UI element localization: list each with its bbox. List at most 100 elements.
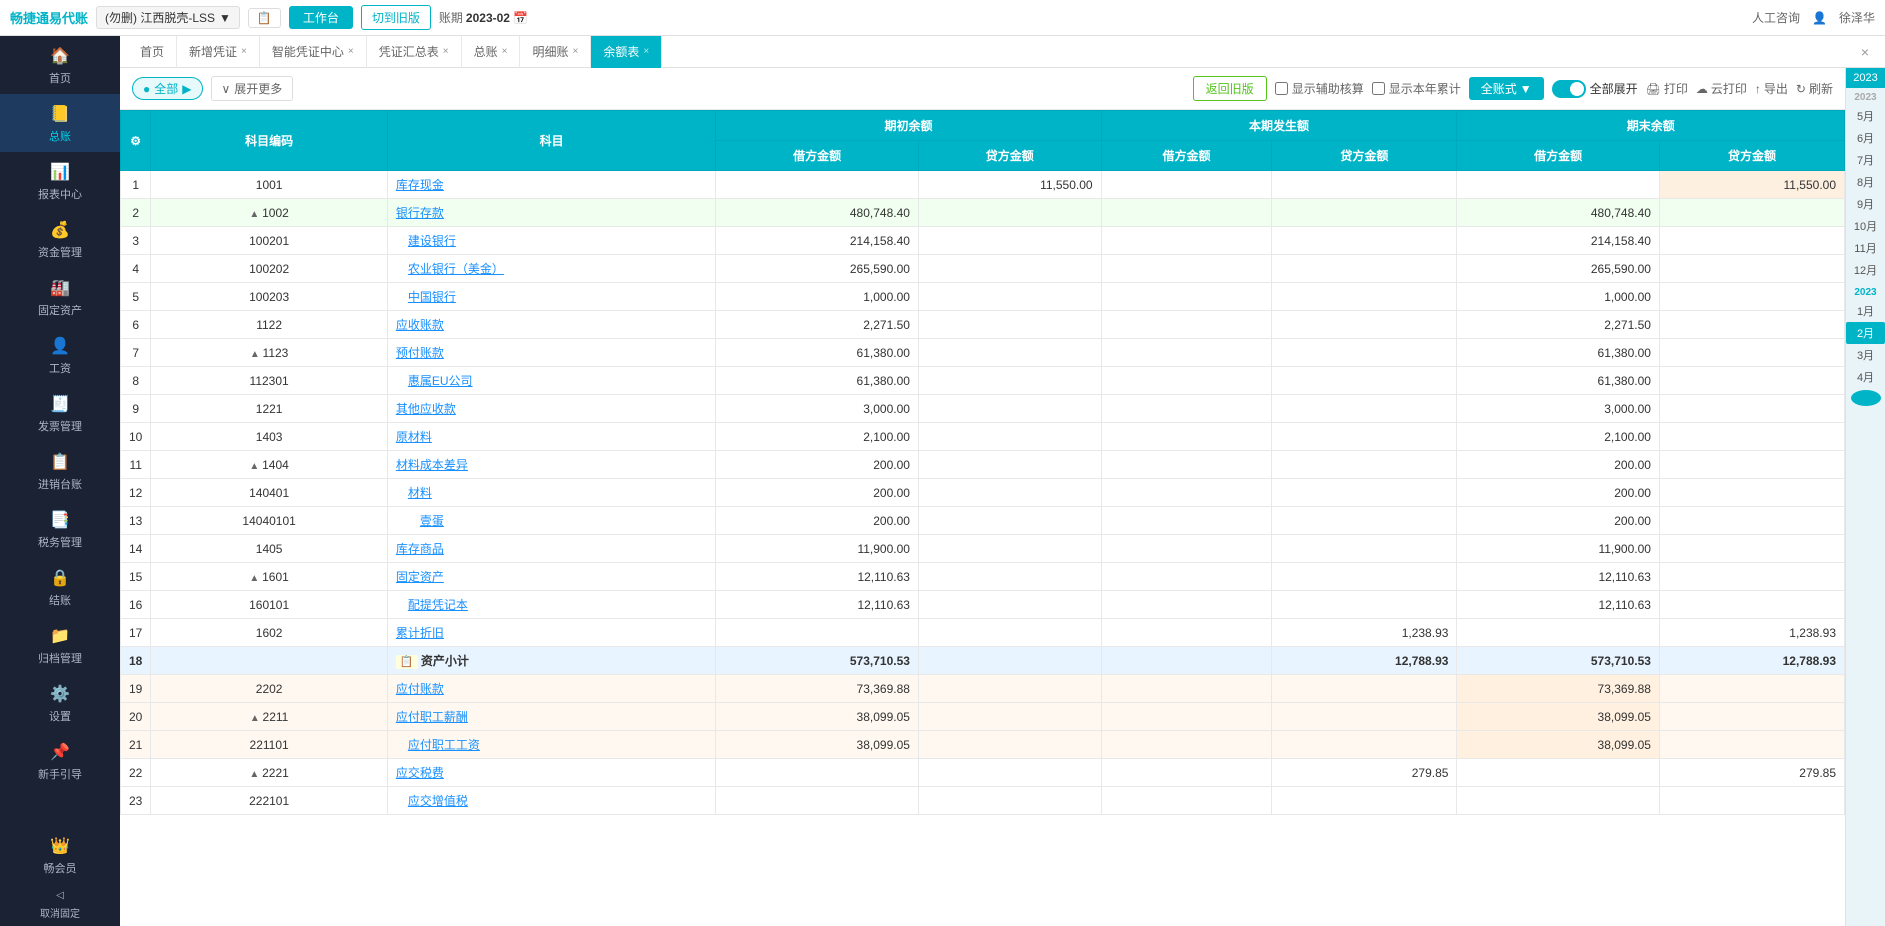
- show-ytd-checkbox[interactable]: 显示本年累计: [1372, 80, 1461, 97]
- sidebar-item-tax[interactable]: 📑 税务管理: [0, 500, 120, 558]
- month-5[interactable]: 5月: [1846, 105, 1885, 127]
- end-credit-cell: [1659, 591, 1844, 619]
- balance-table-wrap[interactable]: ⚙ 科目编码 科目 期初余额 本期发生额 期末余额 借方金额 贷方金额 借方金额: [120, 110, 1845, 926]
- cur-debit-cell: [1101, 703, 1272, 731]
- format-button[interactable]: 全账式 ▼: [1469, 77, 1544, 100]
- row-number: 15: [121, 563, 151, 591]
- tab-smart-voucher[interactable]: 智能凭证中心 ×: [260, 36, 367, 68]
- subject-name-cell[interactable]: 应交税费: [387, 759, 716, 787]
- subject-name-cell[interactable]: 累计折旧: [387, 619, 716, 647]
- sidebar-item-general-ledger[interactable]: 📒 总账: [0, 94, 120, 152]
- sidebar-item-fund[interactable]: 💰 资金管理: [0, 210, 120, 268]
- sidebar-item-salary[interactable]: 👤 工资: [0, 326, 120, 384]
- subject-name-cell[interactable]: 银行存款: [387, 199, 716, 227]
- subject-name-cell[interactable]: 配提凭记本: [387, 591, 716, 619]
- return-old-button[interactable]: 返回旧版: [1193, 76, 1267, 101]
- tab-balance-sheet[interactable]: 余额表 ×: [591, 36, 662, 68]
- subject-name-cell[interactable]: 材料成本差异: [387, 451, 716, 479]
- cur-credit-cell: [1272, 675, 1457, 703]
- sidebar-item-archive[interactable]: 📁 归档管理: [0, 616, 120, 674]
- sidebar-item-settings[interactable]: ⚙️ 设置: [0, 674, 120, 732]
- export-button[interactable]: ↑ 导出: [1755, 80, 1788, 97]
- refresh-button[interactable]: ↻ 刷新: [1796, 80, 1833, 97]
- open-credit-cell: [918, 339, 1101, 367]
- tab-detail-ledger-close[interactable]: ×: [572, 46, 578, 57]
- tab-voucher-summary-close[interactable]: ×: [443, 46, 449, 57]
- open-credit-cell: [918, 311, 1101, 339]
- sidebar-label-fund: 资金管理: [38, 244, 82, 260]
- print-icon: 🖨: [1646, 82, 1661, 96]
- workbench-button[interactable]: 工作台: [289, 6, 353, 29]
- month-1[interactable]: 1月: [1846, 300, 1885, 322]
- gear-header[interactable]: ⚙: [121, 111, 151, 171]
- subject-name-cell[interactable]: 农业银行（美金）: [387, 255, 716, 283]
- tab-voucher-summary[interactable]: 凭证汇总表 ×: [367, 36, 462, 68]
- cur-credit-cell: [1272, 591, 1457, 619]
- subject-name-cell[interactable]: 固定资产: [387, 563, 716, 591]
- month-11[interactable]: 11月: [1846, 237, 1885, 259]
- tab-general-ledger-close[interactable]: ×: [502, 46, 508, 57]
- copy-button[interactable]: 📋: [248, 8, 281, 28]
- tab-home[interactable]: 首页: [128, 36, 177, 68]
- subject-name-cell[interactable]: 应付账款: [387, 675, 716, 703]
- tab-add-voucher-close[interactable]: ×: [241, 46, 247, 57]
- subject-name-cell[interactable]: 应付职工工资: [387, 731, 716, 759]
- subject-name-cell[interactable]: 原材料: [387, 423, 716, 451]
- sidebar-item-fixed-asset[interactable]: 🏭 固定资产: [0, 268, 120, 326]
- sidebar-item-close[interactable]: 🔒 结账: [0, 558, 120, 616]
- month-4[interactable]: 4月: [1846, 366, 1885, 388]
- close-all-tabs[interactable]: ×: [1853, 44, 1877, 60]
- row-number: 1: [121, 171, 151, 199]
- month-9[interactable]: 9月: [1846, 193, 1885, 215]
- company-selector[interactable]: (勿删) 江西脱壳-LSS ▼: [96, 6, 240, 29]
- calendar-icon[interactable]: 📅: [513, 11, 528, 25]
- month-10[interactable]: 10月: [1846, 215, 1885, 237]
- tab-general-ledger[interactable]: 总账 ×: [462, 36, 521, 68]
- sidebar-item-report[interactable]: 📊 报表中心: [0, 152, 120, 210]
- expand-toggle[interactable]: [1552, 80, 1586, 98]
- subject-name-cell[interactable]: 材料: [387, 479, 716, 507]
- table-row: 192202应付账款73,369.8873,369.88: [121, 675, 1845, 703]
- tab-smart-voucher-close[interactable]: ×: [348, 46, 354, 57]
- end-debit-cell: 61,380.00: [1457, 367, 1660, 395]
- dropdown-icon: ▼: [219, 11, 231, 25]
- subject-name-cell[interactable]: 库存现金: [387, 171, 716, 199]
- tab-detail-ledger[interactable]: 明细账 ×: [520, 36, 591, 68]
- sidebar-item-invoice[interactable]: 🧾 发票管理: [0, 384, 120, 442]
- month-7[interactable]: 7月: [1846, 149, 1885, 171]
- consult-label[interactable]: 人工咨询: [1752, 9, 1800, 26]
- sidebar-item-home[interactable]: 🏠 首页: [0, 36, 120, 94]
- month-6[interactable]: 6月: [1846, 127, 1885, 149]
- switch-version-button[interactable]: 切到旧版: [361, 5, 431, 30]
- subject-name-cell[interactable]: 其他应收款: [387, 395, 716, 423]
- print-button[interactable]: 🖨 打印: [1646, 80, 1688, 97]
- month-3[interactable]: 3月: [1846, 344, 1885, 366]
- subject-name-cell[interactable]: 应收账款: [387, 311, 716, 339]
- cloud-print-button[interactable]: ☁ 云打印: [1696, 80, 1747, 97]
- tab-balance-sheet-close[interactable]: ×: [643, 46, 649, 57]
- row-number: 6: [121, 311, 151, 339]
- subject-name-cell[interactable]: 壹蛋: [387, 507, 716, 535]
- month-12[interactable]: 12月: [1846, 259, 1885, 281]
- sidebar-item-guide[interactable]: 📌 新手引导: [0, 732, 120, 790]
- sidebar-item-purchase[interactable]: 📋 进销台账: [0, 442, 120, 500]
- tab-add-voucher[interactable]: 新增凭证 ×: [177, 36, 260, 68]
- subject-name-cell[interactable]: 惠属EU公司: [387, 367, 716, 395]
- cur-credit-cell: [1272, 339, 1457, 367]
- sidebar-item-unpin[interactable]: ◁ 取消固定: [0, 884, 120, 926]
- filter-all-button[interactable]: ● 全部 ▶: [132, 77, 203, 100]
- expand-more-button[interactable]: ∨ 展开更多: [211, 76, 294, 101]
- subject-name-cell[interactable]: 应交增值税: [387, 787, 716, 815]
- sidebar-item-vip[interactable]: 👑 畅会员: [0, 826, 120, 884]
- month-2[interactable]: 2月: [1846, 322, 1885, 344]
- subject-name-cell[interactable]: 中国银行: [387, 283, 716, 311]
- end-credit-cell: [1659, 255, 1844, 283]
- subject-name-cell[interactable]: 预付账款: [387, 339, 716, 367]
- show-aux-checkbox[interactable]: 显示辅助核算: [1275, 80, 1364, 97]
- month-8[interactable]: 8月: [1846, 171, 1885, 193]
- subject-name-cell[interactable]: 库存商品: [387, 535, 716, 563]
- subject-name-cell[interactable]: 应付职工薪酬: [387, 703, 716, 731]
- subject-name-cell[interactable]: 建设银行: [387, 227, 716, 255]
- sidebar-label-tax: 税务管理: [38, 534, 82, 550]
- end-debit-cell: 2,271.50: [1457, 311, 1660, 339]
